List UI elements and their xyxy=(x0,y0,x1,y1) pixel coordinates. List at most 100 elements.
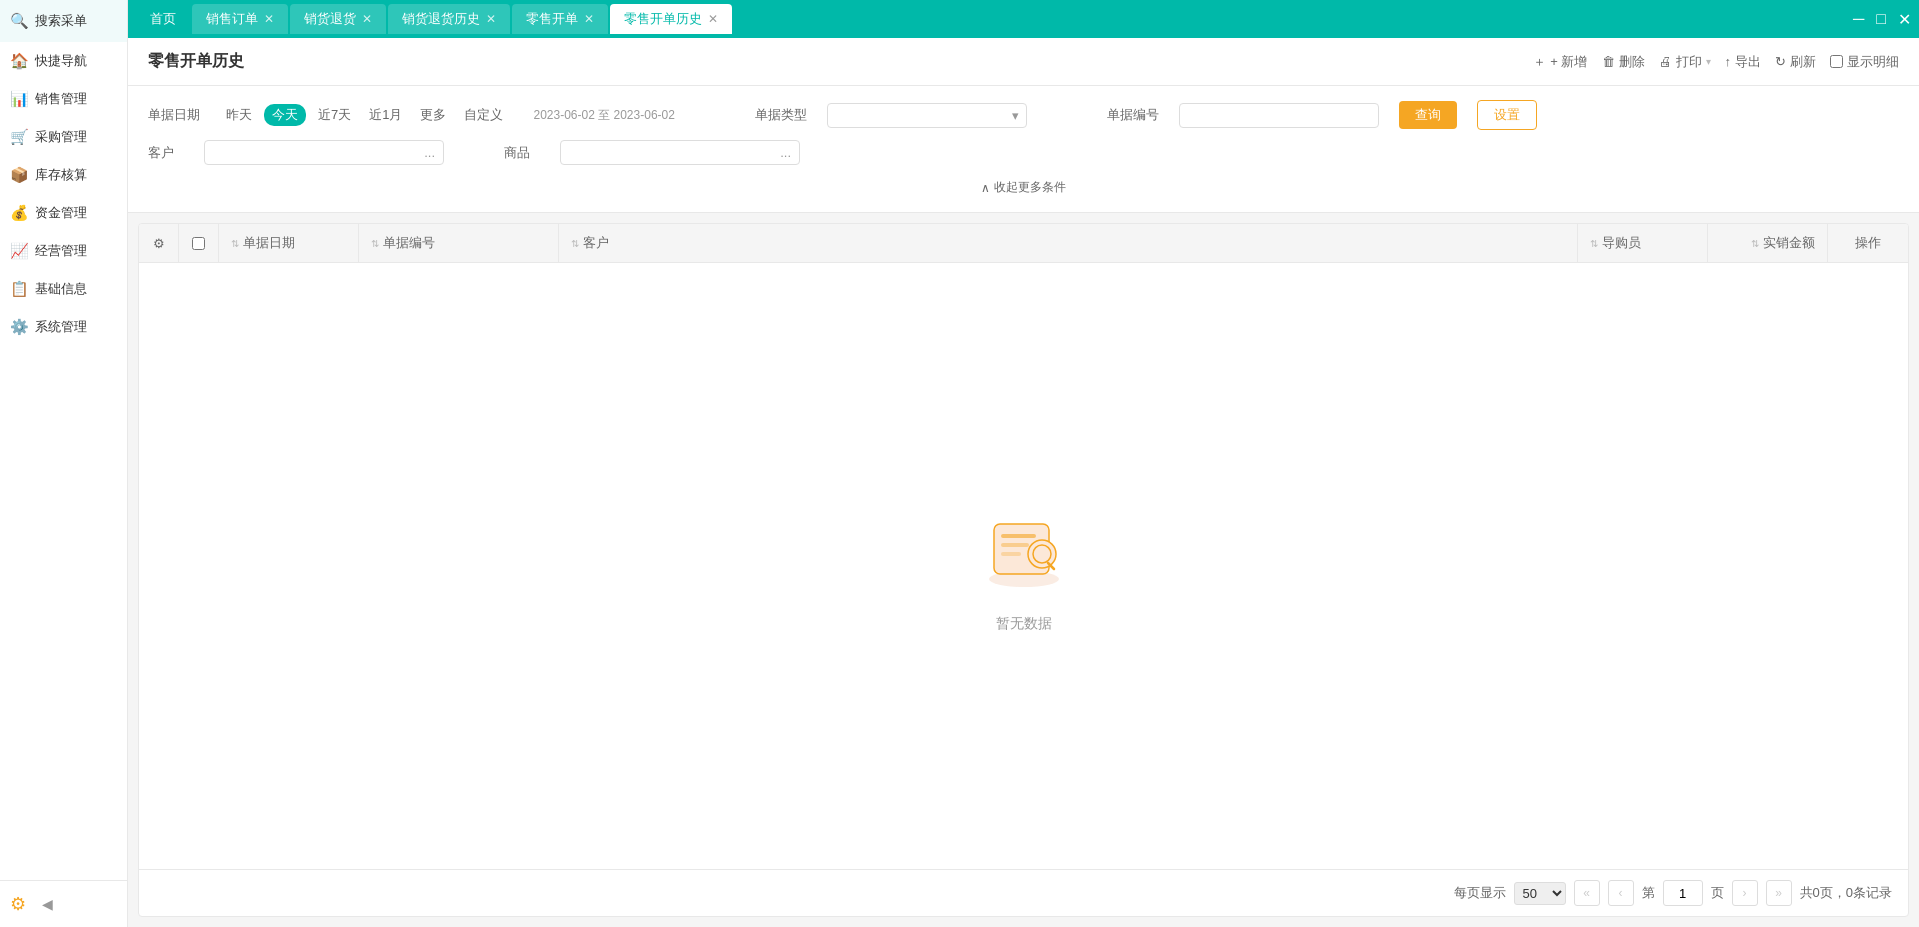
type-label: 单据类型 xyxy=(755,106,807,124)
sidebar-item-purchase-mgmt[interactable]: 🛒 采购管理 xyxy=(0,118,127,156)
sidebar-item-basic-info[interactable]: 📋 基础信息 xyxy=(0,270,127,308)
tab-sales-return-history[interactable]: 销货退货历史 ✕ xyxy=(388,4,510,34)
print-label: 打印 xyxy=(1676,53,1702,71)
th-op: 操作 xyxy=(1828,224,1908,262)
date-opt-more[interactable]: 更多 xyxy=(414,104,452,126)
page-input[interactable] xyxy=(1663,880,1703,906)
product-input[interactable]: ... xyxy=(560,140,800,165)
sidebar-item-quick-nav[interactable]: 🏠 快捷导航 xyxy=(0,42,127,80)
tab-home-label: 首页 xyxy=(150,10,176,28)
query-button[interactable]: 查询 xyxy=(1399,101,1457,129)
sidebar-item-sales-mgmt[interactable]: 📊 销售管理 xyxy=(0,80,127,118)
tab-sales-return-label: 销货退货 xyxy=(304,10,356,28)
product-ellipsis: ... xyxy=(780,145,791,160)
prev-page-button[interactable]: ‹ xyxy=(1608,880,1634,906)
last-page-button[interactable]: » xyxy=(1766,880,1792,906)
th-op-label: 操作 xyxy=(1855,234,1881,252)
close-tab-retail-open[interactable]: ✕ xyxy=(584,12,594,26)
th-no-label: 单据编号 xyxy=(383,234,435,252)
sidebar: 🔍 搜索采单 🏠 快捷导航 📊 销售管理 🛒 采购管理 📦 库存核算 💰 资金管… xyxy=(0,0,128,927)
th-sort-icon[interactable]: ⇅ xyxy=(231,238,239,249)
search-icon: 🔍 xyxy=(10,12,29,30)
last-page-icon: » xyxy=(1775,886,1782,900)
collapse-more-btn[interactable]: ∧ 收起更多条件 xyxy=(148,175,1899,204)
filter-area: 单据日期 昨天 今天 近7天 近1月 更多 自定义 2023-06-02 至 2… xyxy=(128,86,1919,213)
th-customer-label: 客户 xyxy=(583,234,609,252)
date-opt-last7[interactable]: 近7天 xyxy=(312,104,357,126)
display-detail-checkbox[interactable]: 显示明细 xyxy=(1830,53,1899,71)
next-page-button[interactable]: › xyxy=(1732,880,1758,906)
close-window-button[interactable]: ✕ xyxy=(1898,10,1911,29)
th-checkbox[interactable] xyxy=(179,224,219,262)
th-guide: ⇅ 导购员 xyxy=(1578,224,1708,262)
tab-sales-order-label: 销售订单 xyxy=(206,10,258,28)
date-opt-last30[interactable]: 近1月 xyxy=(363,104,408,126)
th-amount: ⇅ 实销金额 xyxy=(1708,224,1828,262)
add-button[interactable]: ＋ + 新增 xyxy=(1533,53,1587,71)
close-tab-sales-return-history[interactable]: ✕ xyxy=(486,12,496,26)
date-opt-yesterday[interactable]: 昨天 xyxy=(220,104,258,126)
sidebar-item-label: 采购管理 xyxy=(35,128,87,146)
customer-label: 客户 xyxy=(148,144,174,162)
settings-button[interactable]: 设置 xyxy=(1477,100,1537,130)
th-date: ⇅ 单据日期 xyxy=(219,224,359,262)
customer-input[interactable]: ... xyxy=(204,140,444,165)
tab-home[interactable]: 首页 xyxy=(136,4,190,34)
finance-icon: 💰 xyxy=(10,204,29,222)
collapse-sidebar-icon[interactable]: ◀ xyxy=(42,896,53,912)
th-sort-icon-customer[interactable]: ⇅ xyxy=(571,238,579,249)
close-tab-sales-order[interactable]: ✕ xyxy=(264,12,274,26)
th-settings[interactable]: ⚙ xyxy=(139,224,179,262)
system-icon: ⚙️ xyxy=(10,318,29,336)
type-select[interactable] xyxy=(827,103,1027,128)
display-detail-label: 显示明细 xyxy=(1847,53,1899,71)
date-options: 昨天 今天 近7天 近1月 更多 自定义 xyxy=(220,104,509,126)
tab-retail-history[interactable]: 零售开单历史 ✕ xyxy=(610,4,732,34)
refresh-button[interactable]: ↻ 刷新 xyxy=(1775,53,1816,71)
basicinfo-icon: 📋 xyxy=(10,280,29,298)
tab-retail-open[interactable]: 零售开单 ✕ xyxy=(512,4,608,34)
close-tab-sales-return[interactable]: ✕ xyxy=(362,12,372,26)
settings-bottom-icon[interactable]: ⚙ xyxy=(10,893,26,915)
operation-icon: 📈 xyxy=(10,242,29,260)
sidebar-search[interactable]: 🔍 搜索采单 xyxy=(0,0,127,42)
sidebar-item-inventory[interactable]: 📦 库存核算 xyxy=(0,156,127,194)
per-page-select[interactable]: 50 100 200 xyxy=(1514,882,1566,905)
sidebar-item-label: 销售管理 xyxy=(35,90,87,108)
print-button[interactable]: 🖨 打印 ▾ xyxy=(1659,53,1711,71)
export-button[interactable]: ↑ 导出 xyxy=(1725,53,1762,71)
date-opt-today[interactable]: 今天 xyxy=(264,104,306,126)
close-tab-retail-history[interactable]: ✕ xyxy=(708,12,718,26)
page-label: 第 xyxy=(1642,884,1655,902)
th-sort-icon-amount[interactable]: ⇅ xyxy=(1751,238,1759,249)
sidebar-item-label: 系统管理 xyxy=(35,318,87,336)
inventory-icon: 📦 xyxy=(10,166,29,184)
sidebar-item-finance[interactable]: 💰 资金管理 xyxy=(0,194,127,232)
delete-button[interactable]: 🗑 删除 xyxy=(1602,53,1645,71)
th-customer: ⇅ 客户 xyxy=(559,224,1578,262)
svg-rect-4 xyxy=(1001,552,1021,556)
display-detail-input[interactable] xyxy=(1830,55,1843,68)
gear-icon: ⚙ xyxy=(153,236,165,251)
sidebar-item-system-mgmt[interactable]: ⚙️ 系统管理 xyxy=(0,308,127,346)
tab-sales-order[interactable]: 销售订单 ✕ xyxy=(192,4,288,34)
type-select-wrapper xyxy=(827,103,1027,128)
sidebar-item-operation[interactable]: 📈 经营管理 xyxy=(0,232,127,270)
minimize-button[interactable]: ─ xyxy=(1853,10,1864,28)
no-input[interactable] xyxy=(1179,103,1379,128)
customer-ellipsis: ... xyxy=(424,145,435,160)
add-icon: ＋ xyxy=(1533,53,1546,71)
first-page-button[interactable]: « xyxy=(1574,880,1600,906)
th-no: ⇅ 单据编号 xyxy=(359,224,559,262)
collapse-label: 收起更多条件 xyxy=(994,179,1066,196)
main-area: 首页 销售订单 ✕ 销货退货 ✕ 销货退货历史 ✕ 零售开单 ✕ 零售开单历史 … xyxy=(128,0,1919,927)
maximize-button[interactable]: □ xyxy=(1876,10,1886,28)
th-sort-icon-guide[interactable]: ⇅ xyxy=(1590,238,1598,249)
date-opt-custom[interactable]: 自定义 xyxy=(458,104,509,126)
th-sort-icon-no[interactable]: ⇅ xyxy=(371,238,379,249)
select-all-checkbox[interactable] xyxy=(192,237,205,250)
sidebar-search-label: 搜索采单 xyxy=(35,12,87,30)
tab-sales-return[interactable]: 销货退货 ✕ xyxy=(290,4,386,34)
content-area: 零售开单历史 ＋ + 新增 🗑 删除 🖨 打印 ▾ ↑ 导出 xyxy=(128,38,1919,927)
page-title: 零售开单历史 xyxy=(148,51,244,72)
